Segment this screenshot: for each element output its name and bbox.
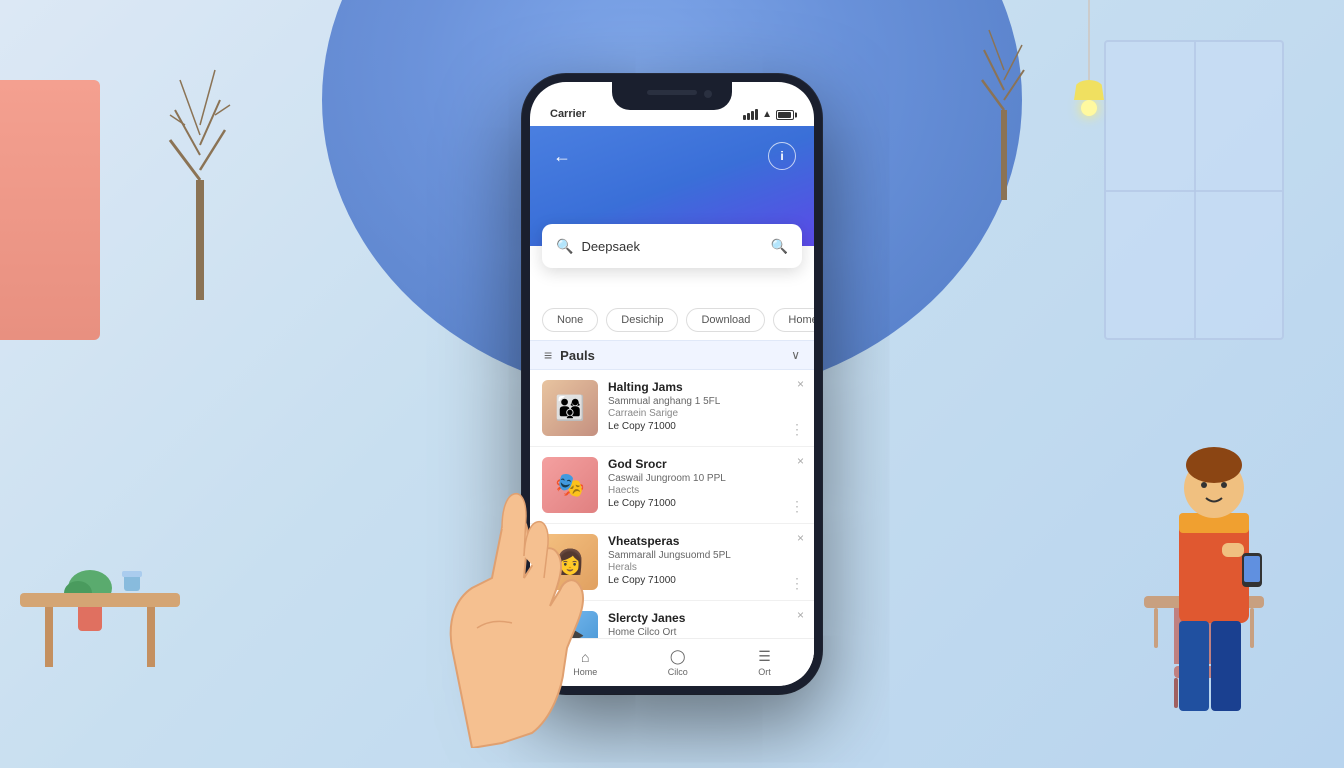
more-button-0[interactable]: ⋮	[790, 421, 804, 438]
cilco-tab-label: Cilco	[668, 667, 688, 677]
battery-fill	[778, 112, 791, 118]
thumb-face-1: 🎭	[542, 457, 598, 513]
search-text[interactable]: Deepsaek	[581, 239, 762, 254]
wifi-icon: ▲	[762, 109, 772, 120]
result-meta-1: Haects	[608, 485, 802, 496]
signal-bar-4	[755, 109, 758, 120]
search-icon-right[interactable]: 🔍	[771, 238, 788, 255]
header-nav: ← i	[530, 126, 814, 178]
filter-tab-none[interactable]: None	[542, 308, 598, 332]
result-subtitle-0: Sammual anghang 1 5FL	[608, 396, 802, 407]
thumb-face-0: 👨‍👩‍👦	[542, 380, 598, 436]
results-header[interactable]: ≡ Pauls ∨	[530, 340, 814, 370]
signal-bar-3	[751, 111, 754, 120]
close-button-1[interactable]: ×	[797, 455, 804, 467]
result-info-0: Halting Jams Sammual anghang 1 5FL Carra…	[608, 380, 802, 432]
bottom-tab-home[interactable]: ⌂ Home	[573, 649, 597, 677]
back-button[interactable]: ←	[548, 142, 576, 170]
person-right-decoration	[1134, 413, 1294, 738]
results-header-left: ≡ Pauls	[544, 347, 595, 363]
menu-icon: ≡	[544, 347, 552, 363]
filter-tabs: None Desichip Download Home	[530, 294, 814, 340]
ort-tab-icon: ☰	[758, 648, 771, 665]
app-content: ← i 🔍 Deepsaek 🔍	[530, 126, 814, 686]
thumb-face-2: 👩	[542, 534, 598, 590]
bottom-tab-bar: ⌂ Home ◯ Cilco ☰ Ort	[530, 638, 814, 686]
result-info-1: God Srocr Caswail Jungroom 10 PPL Haects…	[608, 457, 802, 509]
app-header: ← i 🔍 Deepsaek 🔍	[530, 126, 814, 246]
cup-on-table	[120, 565, 144, 600]
result-item-2[interactable]: 👩 Vheatsperas Sammarall Jungsuomd 5PL He…	[530, 524, 814, 601]
result-title-0: Halting Jams	[608, 380, 802, 394]
status-icons: ▲	[743, 109, 794, 120]
result-price-0: Le Copy 71000	[608, 421, 802, 432]
status-carrier: Carrier	[550, 108, 586, 120]
search-icon-left: 🔍	[556, 238, 573, 255]
phone-notch	[612, 82, 732, 110]
bottom-tab-ort[interactable]: ☰ Ort	[758, 648, 771, 677]
phone-body: Carrier ▲	[522, 74, 822, 694]
info-icon: i	[780, 149, 783, 163]
result-info-3: Slercty Janes Home Cilco Ort	[608, 611, 802, 639]
chevron-down-icon[interactable]: ∨	[791, 348, 800, 362]
close-button-3[interactable]: ×	[797, 609, 804, 621]
phone-device: Carrier ▲	[522, 74, 822, 694]
battery-icon	[776, 110, 794, 120]
left-wall-decoration	[0, 80, 100, 340]
home-tab-label: Home	[573, 667, 597, 677]
result-meta-0: Carraein Sarige	[608, 408, 802, 419]
result-thumbnail-2: 👩	[542, 534, 598, 590]
signal-bars	[743, 109, 758, 120]
bottom-tab-cilco[interactable]: ◯ Cilco	[668, 648, 688, 677]
result-price-2: Le Copy 71000	[608, 575, 802, 586]
back-arrow-icon: ←	[553, 146, 571, 167]
search-container: 🔍 Deepsaek 🔍	[542, 224, 802, 268]
result-item-0[interactable]: 👨‍👩‍👦 Halting Jams Sammual anghang 1 5FL…	[530, 370, 814, 447]
result-thumbnail-1: 🎭	[542, 457, 598, 513]
window-right-decoration	[1104, 40, 1284, 340]
tree-left	[160, 60, 240, 305]
signal-bar-1	[743, 115, 746, 120]
result-meta-2: Herals	[608, 562, 802, 573]
signal-bar-2	[747, 113, 750, 120]
result-info-2: Vheatsperas Sammarall Jungsuomd 5PL Hera…	[608, 534, 802, 586]
more-button-2[interactable]: ⋮	[790, 575, 804, 592]
phone-camera	[704, 90, 712, 98]
main-content: None Desichip Download Home ≡ Pauls ∨	[530, 294, 814, 686]
phone-screen: Carrier ▲	[530, 82, 814, 686]
lamp-decoration	[1074, 0, 1104, 116]
home-tab-icon: ⌂	[581, 649, 589, 665]
cilco-tab-icon: ◯	[670, 648, 686, 665]
tree-right	[974, 20, 1034, 205]
result-title-1: God Srocr	[608, 457, 802, 471]
more-button-1[interactable]: ⋮	[790, 498, 804, 515]
ort-tab-label: Ort	[758, 667, 771, 677]
filter-tab-home[interactable]: Home	[773, 308, 814, 332]
table-left	[20, 593, 180, 678]
phone-speaker	[647, 90, 697, 95]
result-title-3: Slercty Janes	[608, 611, 802, 625]
result-subtitle-1: Caswail Jungroom 10 PPL	[608, 473, 802, 484]
result-subtitle-2: Sammarall Jungsuomd 5PL	[608, 550, 802, 561]
filter-tab-download[interactable]: Download	[686, 308, 765, 332]
close-button-0[interactable]: ×	[797, 378, 804, 390]
close-button-2[interactable]: ×	[797, 532, 804, 544]
result-thumbnail-0: 👨‍👩‍👦	[542, 380, 598, 436]
result-price-1: Le Copy 71000	[608, 498, 802, 509]
results-title: Pauls	[560, 348, 595, 363]
result-subtitle-3: Home Cilco Ort	[608, 627, 802, 638]
filter-tab-desichip[interactable]: Desichip	[606, 308, 678, 332]
info-button[interactable]: i	[768, 142, 796, 170]
result-item-1[interactable]: 🎭 God Srocr Caswail Jungroom 10 PPL Haec…	[530, 447, 814, 524]
search-bar[interactable]: 🔍 Deepsaek 🔍	[542, 224, 802, 268]
result-title-2: Vheatsperas	[608, 534, 802, 548]
